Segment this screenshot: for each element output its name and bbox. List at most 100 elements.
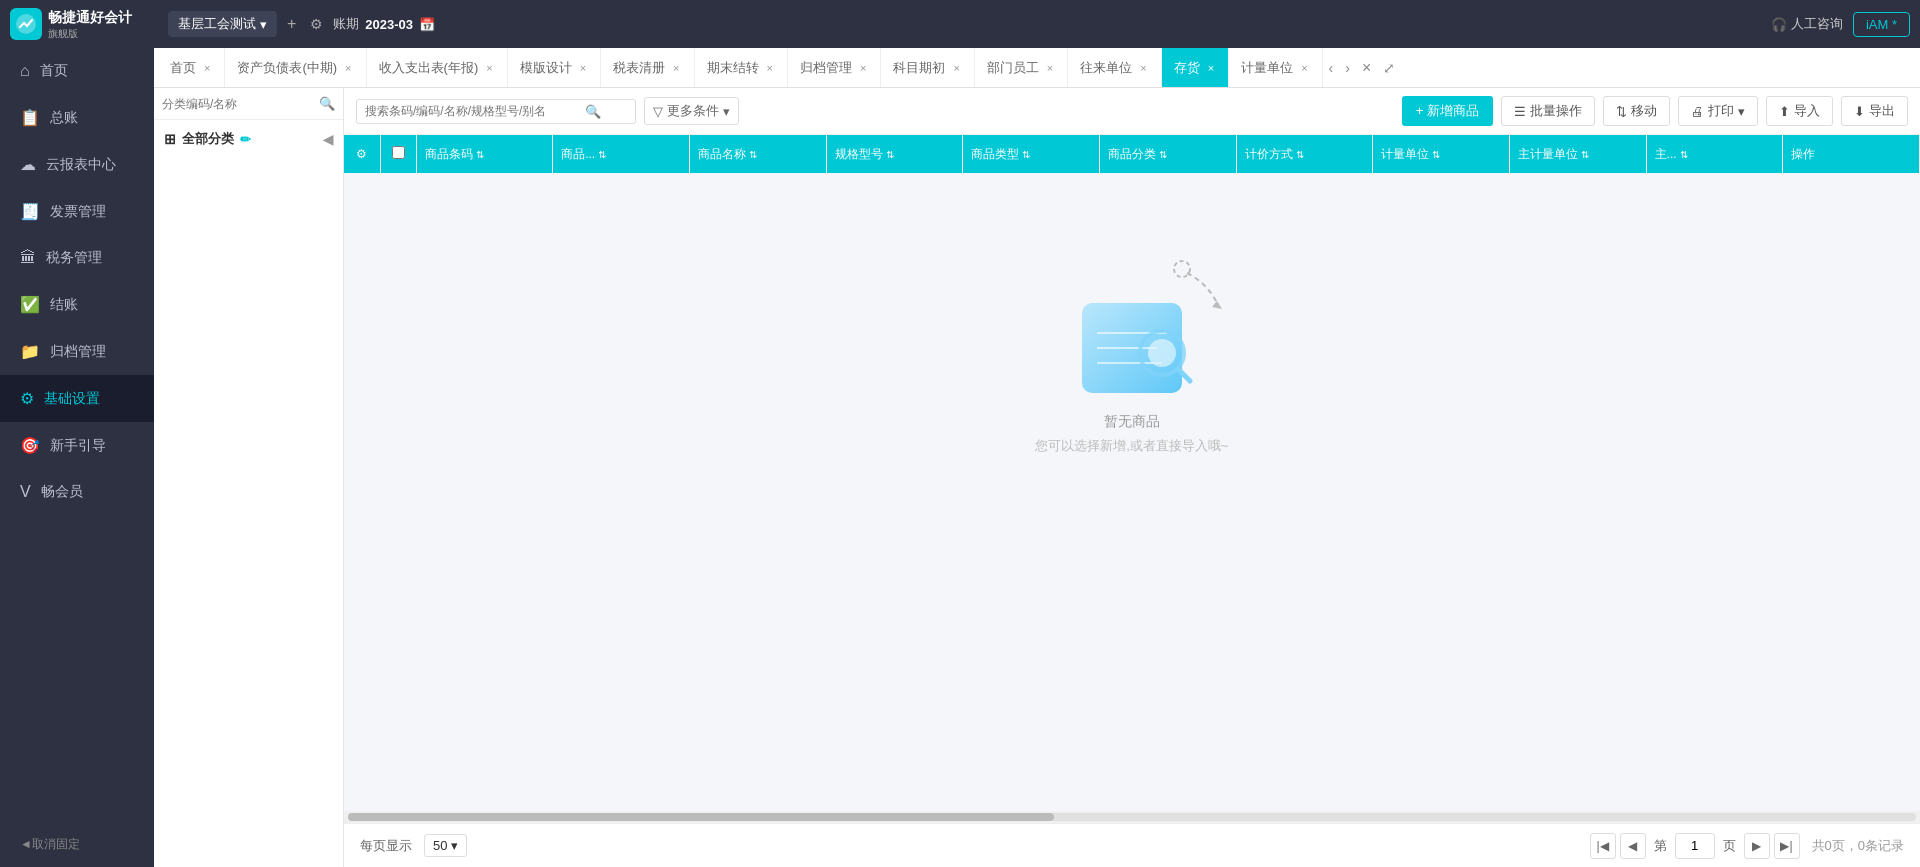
calendar-icon[interactable]: 📅 bbox=[419, 17, 435, 32]
page-last-button[interactable]: ▶| bbox=[1774, 833, 1800, 859]
tab-unit[interactable]: 计量单位 × bbox=[1229, 48, 1322, 87]
tab-close-inventory[interactable]: × bbox=[1206, 61, 1216, 75]
category-search-input[interactable] bbox=[162, 97, 315, 111]
tab-close-all-icon[interactable]: × bbox=[1356, 48, 1377, 87]
select-all-checkbox[interactable] bbox=[392, 146, 405, 159]
search-bar-icon[interactable]: 🔍 bbox=[585, 104, 601, 119]
page-prev-button[interactable]: ◀ bbox=[1620, 833, 1646, 859]
tab-income[interactable]: 收入支出表(年报) × bbox=[367, 48, 508, 87]
tab-dept[interactable]: 部门员工 × bbox=[975, 48, 1068, 87]
horizontal-scrollbar[interactable] bbox=[344, 811, 1920, 823]
tab-close-balance[interactable]: × bbox=[343, 61, 353, 75]
top-header: 畅捷通好会计 旗舰版 基层工会测试 ▾ + ⚙ 账期 2023-03 📅 🎧 人… bbox=[0, 0, 1920, 48]
category-search-icon[interactable]: 🔍 bbox=[319, 96, 335, 111]
pagination: |◀ ◀ 第 页 ▶ ▶| 共0页，0条记录 bbox=[1590, 833, 1904, 859]
sort-icon[interactable]: ⇅ bbox=[476, 149, 484, 160]
sort-icon-abbr[interactable]: ⇅ bbox=[1680, 149, 1688, 160]
tab-template[interactable]: 模版设计 × bbox=[508, 48, 601, 87]
tab-close-tax[interactable]: × bbox=[671, 61, 681, 75]
consult-button[interactable]: 🎧 人工咨询 bbox=[1771, 15, 1843, 33]
col-actions: 操作 bbox=[1783, 135, 1920, 173]
move-button[interactable]: ⇅ 移动 bbox=[1603, 96, 1670, 126]
tab-close-dept[interactable]: × bbox=[1045, 61, 1055, 75]
collapse-icon[interactable]: ◀ bbox=[323, 132, 333, 147]
home-icon: ⌂ bbox=[20, 62, 30, 80]
sidebar-item-settings[interactable]: ⚙ 基础设置 bbox=[0, 375, 154, 422]
tab-strip: 首页 × 资产负债表(中期) × 收入支出表(年报) × 模版设计 × 税表清册… bbox=[154, 48, 1920, 88]
batch-button[interactable]: ☰ 批量操作 bbox=[1501, 96, 1595, 126]
svg-point-6 bbox=[1148, 339, 1176, 367]
sidebar-item-home[interactable]: ⌂ 首页 bbox=[0, 48, 154, 94]
page-input[interactable] bbox=[1675, 833, 1715, 859]
sort-icon-main-unit[interactable]: ⇅ bbox=[1581, 149, 1589, 160]
sidebar: ⌂ 首页 📋 总账 ☁ 云报表中心 🧾 发票管理 🏛 税务管理 ✅ 结账 📁 归… bbox=[0, 48, 154, 867]
sidebar-item-tax[interactable]: 🏛 税务管理 bbox=[0, 235, 154, 281]
content-area: 首页 × 资产负债表(中期) × 收入支出表(年报) × 模版设计 × 税表清册… bbox=[154, 48, 1920, 867]
tab-tax[interactable]: 税表清册 × bbox=[601, 48, 694, 87]
tab-inventory[interactable]: 存货 × bbox=[1162, 48, 1229, 87]
sort-icon-price[interactable]: ⇅ bbox=[1296, 149, 1304, 160]
col-spec: 规格型号 ⇅ bbox=[826, 135, 963, 173]
sidebar-item-checkout[interactable]: ✅ 结账 bbox=[0, 281, 154, 328]
empty-illustration bbox=[1032, 253, 1232, 413]
unpin-button[interactable]: ◄取消固定 bbox=[0, 822, 154, 867]
tab-contacts[interactable]: 往来单位 × bbox=[1068, 48, 1161, 87]
tab-close-unit[interactable]: × bbox=[1299, 61, 1309, 75]
tab-home[interactable]: 首页 × bbox=[158, 48, 225, 87]
tab-expand-icon[interactable]: ⤢ bbox=[1377, 48, 1401, 87]
tab-close-home[interactable]: × bbox=[202, 61, 212, 75]
sort-icon-spec[interactable]: ⇅ bbox=[886, 149, 894, 160]
page-first-button[interactable]: |◀ bbox=[1590, 833, 1616, 859]
add-product-button[interactable]: + 新增商品 bbox=[1402, 96, 1493, 126]
page-next-button[interactable]: ▶ bbox=[1744, 833, 1770, 859]
sidebar-item-member[interactable]: V 畅会员 bbox=[0, 469, 154, 515]
tab-subject[interactable]: 科目期初 × bbox=[881, 48, 974, 87]
tab-prev-icon[interactable]: ‹ bbox=[1323, 48, 1340, 87]
tab-close-contacts[interactable]: × bbox=[1138, 61, 1148, 75]
tab-balance[interactable]: 资产负债表(中期) × bbox=[225, 48, 366, 87]
sidebar-item-ledger[interactable]: 📋 总账 bbox=[0, 94, 154, 141]
tab-close-archive[interactable]: × bbox=[858, 61, 868, 75]
tab-close-period-end[interactable]: × bbox=[765, 61, 775, 75]
per-page-label: 每页显示 bbox=[360, 837, 412, 855]
col-type: 商品类型 ⇅ bbox=[963, 135, 1100, 173]
tab-close-subject[interactable]: × bbox=[951, 61, 961, 75]
filter-icon: ▽ bbox=[653, 104, 663, 119]
scroll-thumb[interactable] bbox=[348, 813, 1054, 821]
tab-archive[interactable]: 归档管理 × bbox=[788, 48, 881, 87]
company-tab[interactable]: 基层工会测试 ▾ bbox=[168, 11, 277, 37]
import-icon: ⬆ bbox=[1779, 104, 1790, 119]
col-barcode: 商品条码 ⇅ bbox=[416, 135, 553, 173]
import-button[interactable]: ⬆ 导入 bbox=[1766, 96, 1833, 126]
sort-icon-code[interactable]: ⇅ bbox=[598, 149, 606, 160]
total-info: 共0页，0条记录 bbox=[1812, 837, 1904, 855]
per-page-select[interactable]: 50 ▾ bbox=[424, 834, 467, 857]
scroll-track[interactable] bbox=[348, 813, 1916, 821]
account-button[interactable]: iAM * bbox=[1853, 12, 1910, 37]
sort-icon-name[interactable]: ⇅ bbox=[749, 149, 757, 160]
sort-icon-cat[interactable]: ⇅ bbox=[1159, 149, 1167, 160]
col-main-unit: 主计量单位 ⇅ bbox=[1509, 135, 1646, 173]
sidebar-item-invoice[interactable]: 🧾 发票管理 bbox=[0, 188, 154, 235]
col-checkbox[interactable] bbox=[380, 135, 416, 173]
col-unit: 计量单位 ⇅ bbox=[1373, 135, 1510, 173]
sort-icon-type[interactable]: ⇅ bbox=[1022, 149, 1030, 160]
tab-close-income[interactable]: × bbox=[484, 61, 494, 75]
tab-period-end[interactable]: 期末结转 × bbox=[695, 48, 788, 87]
sidebar-item-reports[interactable]: ☁ 云报表中心 bbox=[0, 141, 154, 188]
search-input[interactable] bbox=[365, 104, 585, 118]
sidebar-item-archive[interactable]: 📁 归档管理 bbox=[0, 328, 154, 375]
edit-icon[interactable]: ✏ bbox=[240, 132, 251, 147]
add-tab-icon[interactable]: + bbox=[283, 13, 300, 35]
tab-next-icon[interactable]: › bbox=[1339, 48, 1356, 87]
tab-close-template[interactable]: × bbox=[578, 61, 588, 75]
toolbar-right: + 新增商品 ☰ 批量操作 ⇅ 移动 🖨 打印 ▾ bbox=[1402, 96, 1908, 126]
toolbar: 🔍 ▽ 更多条件 ▾ + 新增商品 ☰ 批量操作 bbox=[344, 88, 1920, 135]
sidebar-item-guide[interactable]: 🎯 新手引导 bbox=[0, 422, 154, 469]
settings-icon[interactable]: ⚙ bbox=[306, 14, 327, 34]
more-conditions-button[interactable]: ▽ 更多条件 ▾ bbox=[644, 97, 739, 125]
sort-icon-unit[interactable]: ⇅ bbox=[1432, 149, 1440, 160]
export-button[interactable]: ⬇ 导出 bbox=[1841, 96, 1908, 126]
col-settings[interactable]: ⚙ bbox=[344, 135, 380, 173]
print-button[interactable]: 🖨 打印 ▾ bbox=[1678, 96, 1758, 126]
